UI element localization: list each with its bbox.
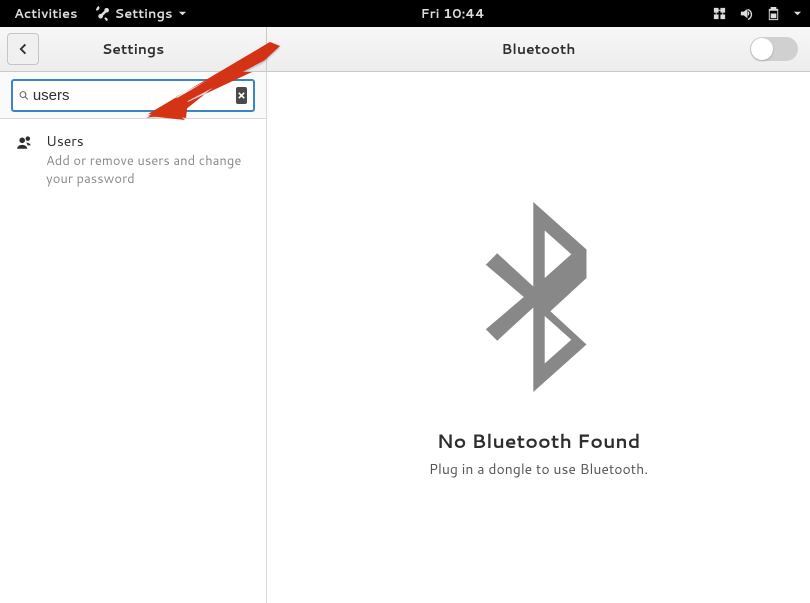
result-description: Add or remove users and change your pass…	[46, 153, 250, 188]
back-button[interactable]	[7, 33, 39, 65]
app-menu-label: Settings	[115, 5, 173, 23]
chevron-left-icon	[16, 42, 30, 56]
empty-state-heading: No Bluetooth Found	[437, 428, 641, 455]
dropdown-icon	[178, 9, 187, 18]
switch-knob	[751, 38, 773, 60]
sidebar-item-users[interactable]: Users Add or remove users and change you…	[0, 119, 266, 200]
search-input[interactable]	[29, 87, 236, 104]
users-icon	[16, 133, 34, 151]
network-icon[interactable]	[712, 6, 727, 21]
empty-state-sub: Plug in a dongle to use Bluetooth.	[429, 459, 648, 479]
content-pane: No Bluetooth Found Plug in a dongle to u…	[267, 72, 810, 603]
bluetooth-toggle[interactable]	[750, 37, 798, 61]
gnome-top-panel: Activities Settings Fri 10:44	[0, 0, 810, 27]
page-title: Bluetooth	[267, 39, 810, 59]
activities-button[interactable]: Activities	[8, 5, 84, 23]
sidebar-title: Settings	[0, 39, 266, 59]
clear-search-button[interactable]	[236, 87, 247, 104]
settings-tools-icon	[94, 6, 109, 21]
result-title: Users	[46, 131, 250, 151]
panel-clock[interactable]: Fri 10:44	[193, 5, 712, 23]
search-icon	[19, 88, 29, 103]
app-menu[interactable]: Settings	[88, 5, 194, 23]
window-header: Settings Bluetooth	[0, 27, 810, 72]
battery-icon[interactable]	[766, 6, 781, 21]
clear-icon	[237, 91, 246, 100]
sidebar: Users Add or remove users and change you…	[0, 119, 267, 603]
dropdown-icon[interactable]	[793, 9, 802, 18]
bluetooth-icon	[482, 202, 596, 398]
search-bar-row	[0, 72, 267, 119]
search-box	[11, 79, 255, 112]
volume-icon[interactable]	[739, 6, 754, 21]
